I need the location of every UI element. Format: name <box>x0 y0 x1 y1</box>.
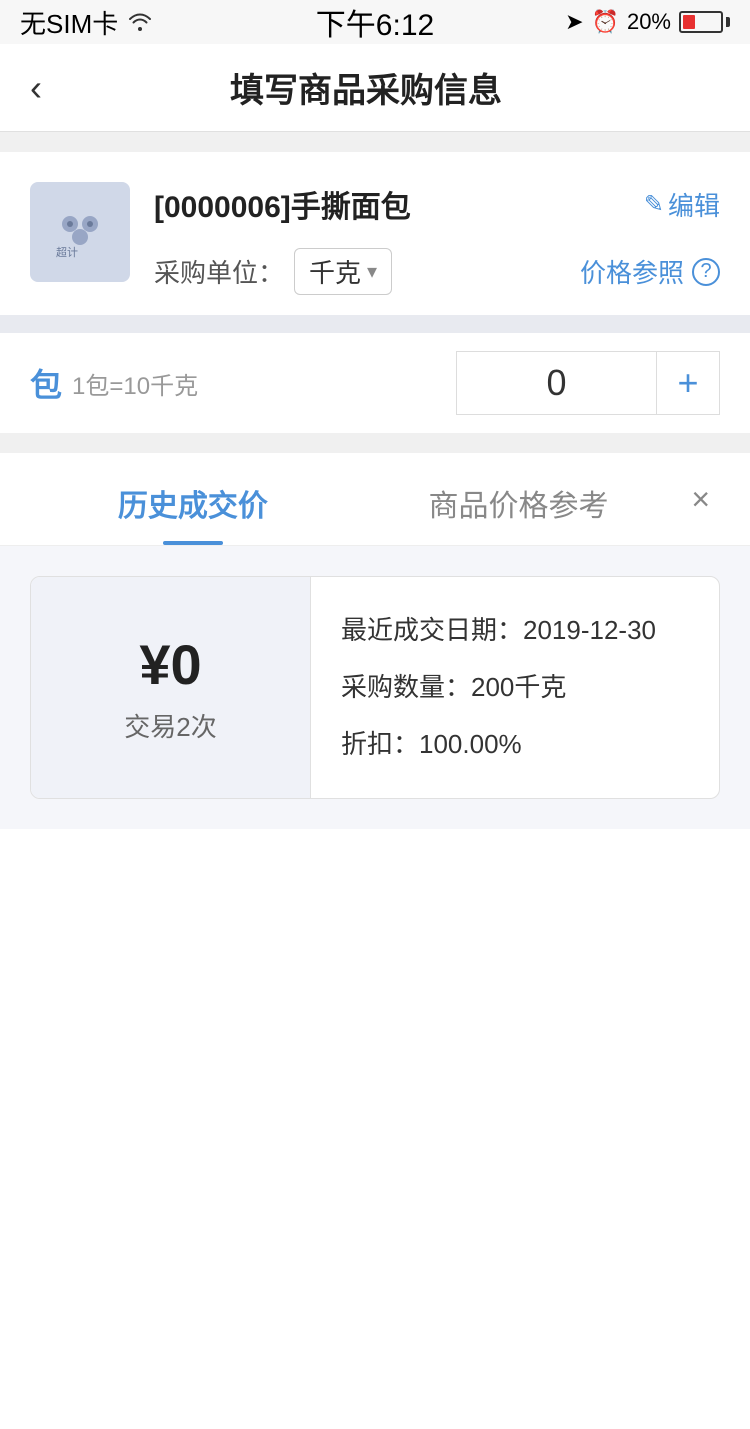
battery-percent: 20% <box>627 9 671 35</box>
nav-bar: ‹ 填写商品采购信息 <box>0 44 750 132</box>
battery-bar <box>679 11 730 33</box>
price-detail-discount: 折扣：100.00% <box>341 725 689 764</box>
price-detail-date: 最近成交日期：2019-12-30 <box>341 611 689 650</box>
quantity-input[interactable] <box>456 351 656 415</box>
product-section: 超计 [0000006]手撕面包 ✎ 编辑 采购单位： 千克 ▾ <box>0 152 750 315</box>
unit-label: 采购单位： <box>154 253 284 290</box>
product-name: [0000006]手撕面包 <box>154 182 411 226</box>
product-info: [0000006]手撕面包 ✎ 编辑 采购单位： 千克 ▾ 价格参照 <box>154 182 720 295</box>
tab-price-reference[interactable]: 商品价格参考 <box>356 453 682 545</box>
edit-icon: ✎ <box>644 190 664 219</box>
unit-selector-area: 采购单位： 千克 ▾ <box>154 248 392 295</box>
qty-input-area: + <box>456 351 720 415</box>
svg-text:超计: 超计 <box>56 245 78 259</box>
page-rest <box>0 829 750 1429</box>
wifi-icon <box>128 7 152 38</box>
page-title: 填写商品采购信息 <box>52 63 680 112</box>
gps-icon: ➤ <box>565 9 583 35</box>
edit-button[interactable]: ✎ 编辑 <box>644 186 720 223</box>
price-detail-qty: 采购数量：200千克 <box>341 668 689 707</box>
product-thumbnail: 超计 <box>30 182 130 282</box>
tab-header: 历史成交价 商品价格参考 × <box>0 453 750 546</box>
price-card-section: ¥0 交易2次 最近成交日期：2019-12-30 采购数量：200千克 折扣：… <box>0 546 750 829</box>
battery-tip <box>726 17 730 27</box>
status-bar: 无SIM卡 下午6:12 ➤ ⏰ 20% <box>0 0 750 44</box>
alarm-icon: ⏰ <box>592 9 619 35</box>
battery-fill <box>683 15 695 29</box>
tab-historical-price[interactable]: 历史成交价 <box>30 453 356 545</box>
price-ref-button[interactable]: 价格参照 ? <box>580 253 720 290</box>
tab-close-button[interactable]: × <box>681 471 720 528</box>
carrier-text: 无SIM卡 <box>20 4 118 41</box>
price-amount: ¥0 <box>139 632 201 697</box>
qty-plus-button[interactable]: + <box>656 351 720 415</box>
price-card-right: 最近成交日期：2019-12-30 采购数量：200千克 折扣：100.00% <box>311 577 719 798</box>
back-button[interactable]: ‹ <box>30 57 52 119</box>
qty-unit-badge: 包 <box>30 360 62 406</box>
tab-section: 历史成交价 商品价格参考 × ¥0 交易2次 最近成交日期：2019-12-30… <box>0 453 750 829</box>
battery-rect <box>679 11 723 33</box>
status-left: 无SIM卡 <box>20 4 152 41</box>
section-divider <box>0 315 750 333</box>
unit-row: 采购单位： 千克 ▾ 价格参照 ? <box>154 248 720 295</box>
product-name-row: [0000006]手撕面包 ✎ 编辑 <box>154 182 720 226</box>
price-card-left: ¥0 交易2次 <box>31 577 311 798</box>
price-card: ¥0 交易2次 最近成交日期：2019-12-30 采购数量：200千克 折扣：… <box>30 576 720 799</box>
qty-unit-info: 包 1包=10千克 <box>30 360 456 406</box>
product-row: 超计 [0000006]手撕面包 ✎ 编辑 采购单位： 千克 ▾ <box>30 182 720 295</box>
unit-select-dropdown[interactable]: 千克 ▾ <box>294 248 392 295</box>
price-tx-count: 交易2次 <box>124 707 216 744</box>
quantity-section: 包 1包=10千克 + <box>0 333 750 433</box>
chevron-down-icon: ▾ <box>367 259 377 284</box>
status-time: 下午6:12 <box>316 0 434 44</box>
qty-conversion: 1包=10千克 <box>72 366 198 401</box>
question-icon: ? <box>692 258 720 286</box>
status-right: ➤ ⏰ 20% <box>565 9 730 35</box>
